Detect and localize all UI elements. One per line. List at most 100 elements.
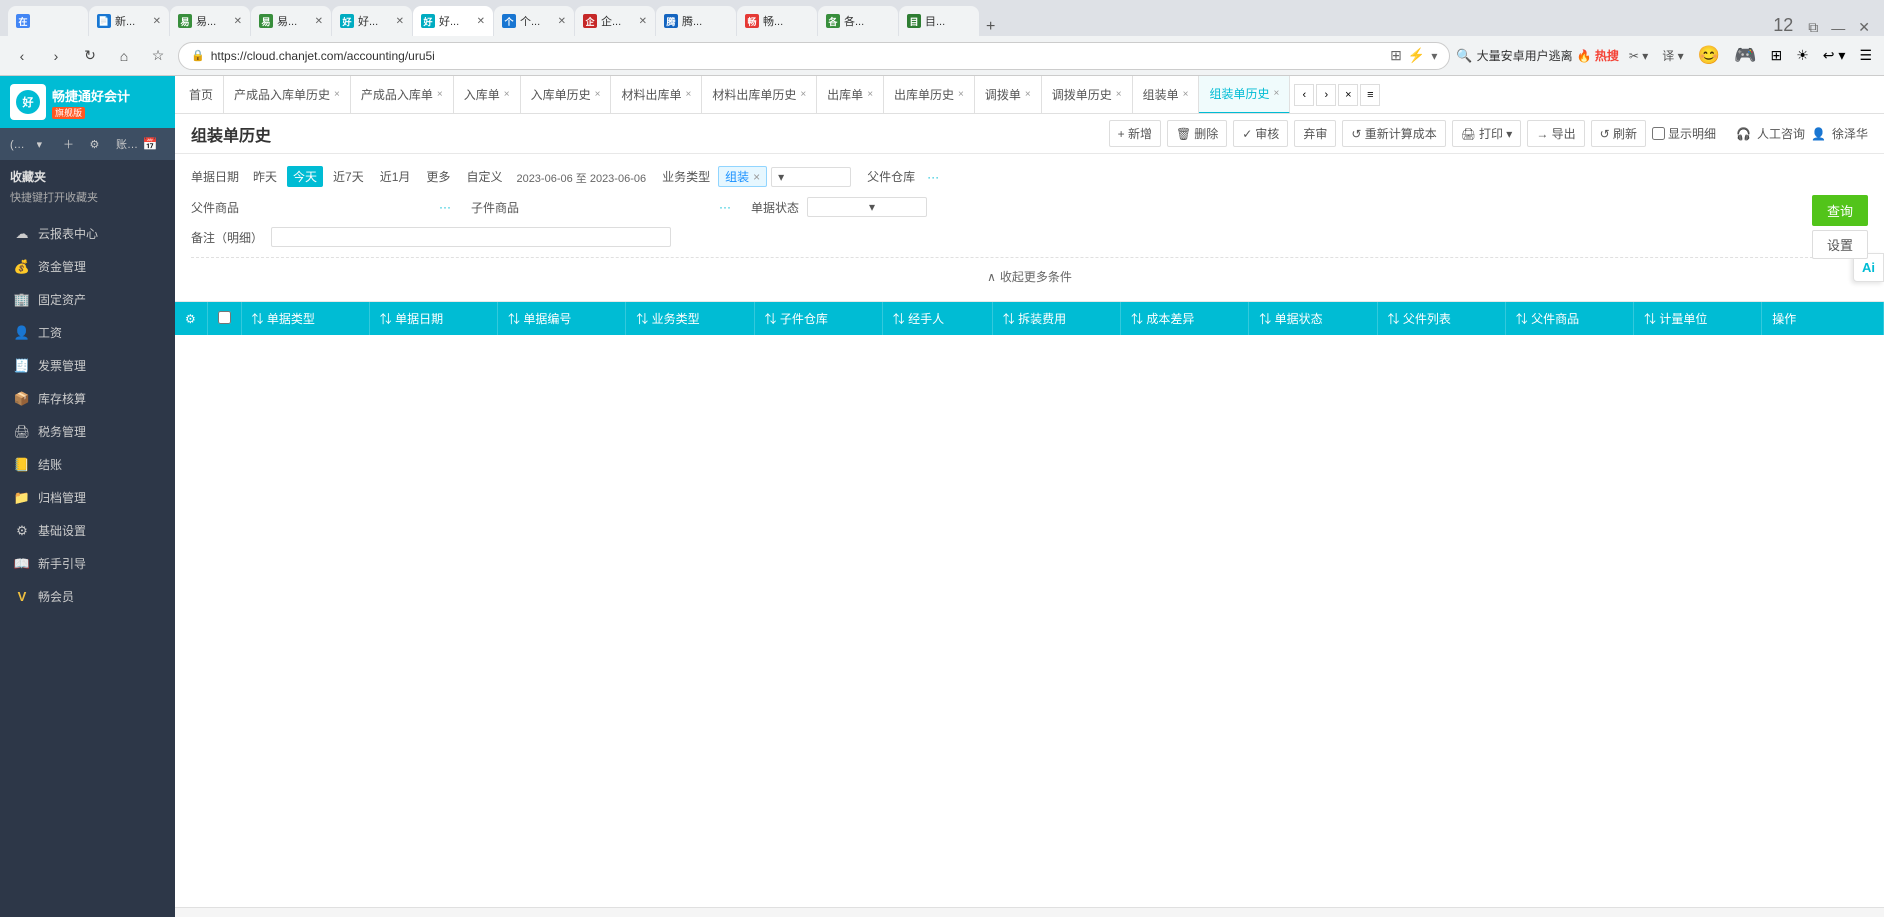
tab-close-2[interactable]: ✕ <box>234 16 242 27</box>
tab-close-transfer[interactable]: × <box>1025 89 1031 100</box>
dropdown-arrow-icon[interactable]: ▾ <box>1431 49 1437 63</box>
grid-icon[interactable]: ⊞ <box>1390 47 1402 64</box>
th-unit[interactable]: ⇅ 计量单位 <box>1634 302 1762 335</box>
date-yesterday[interactable]: 昨天 <box>247 166 283 187</box>
menu-button[interactable]: ☰ <box>1855 47 1876 64</box>
horizontal-scrollbar[interactable] <box>175 907 1884 917</box>
th-parent-list[interactable]: ⇅ 父件列表 <box>1377 302 1505 335</box>
settings-icon-small[interactable]: ⚙ <box>90 138 113 151</box>
home-button[interactable]: ⌂ <box>110 42 138 70</box>
tab-close-outbound-history[interactable]: × <box>958 89 964 100</box>
tab-close-material-outbound-history[interactable]: × <box>800 89 806 100</box>
theme-button[interactable]: ☀ <box>1792 47 1813 64</box>
business-type-select[interactable]: ▾ <box>771 167 851 187</box>
tab-close-5[interactable]: ✕ <box>558 16 566 27</box>
forward-button[interactable]: › <box>42 42 70 70</box>
tab-close-assembly[interactable]: × <box>1183 89 1189 100</box>
recalculate-button[interactable]: ↺ 重新计算成本 <box>1342 120 1445 147</box>
th-parent-goods[interactable]: ⇅ 父件商品 <box>1505 302 1633 335</box>
window-minimize-icon[interactable]: — <box>1825 20 1851 36</box>
window-restore-icon[interactable]: ⧉ <box>1802 19 1824 36</box>
tab-close-3[interactable]: ✕ <box>315 16 323 27</box>
sidebar-item-tax[interactable]: 🖨 税务管理 <box>0 415 175 448</box>
tab-outbound-history[interactable]: 出库单历史 × <box>884 76 975 114</box>
settings-button[interactable]: 设置 <box>1812 230 1868 259</box>
sidebar-item-guide[interactable]: 📖 新手引导 <box>0 547 175 580</box>
parent-warehouse-more[interactable]: ··· <box>923 170 943 184</box>
reload-button[interactable]: ↻ <box>76 42 104 70</box>
tab-inbound[interactable]: 入库单 × <box>454 76 521 114</box>
remark-input[interactable] <box>271 227 671 247</box>
child-goods-more[interactable]: ··· <box>715 200 735 214</box>
tab-count-badge[interactable]: 12 <box>1765 15 1801 36</box>
date-today[interactable]: 今天 <box>287 166 323 187</box>
add-button[interactable]: + 新增 <box>1109 120 1161 147</box>
grid-apps-button[interactable]: ⊞ <box>1766 47 1786 64</box>
date-1month[interactable]: 近1月 <box>374 166 417 187</box>
tab-production-inbound-history[interactable]: 产成品入库单历史 × <box>224 76 351 114</box>
tab-close-7[interactable]: ✕ <box>477 16 485 27</box>
date-7days[interactable]: 近7天 <box>327 166 370 187</box>
tab-transfer[interactable]: 调拨单 × <box>975 76 1042 114</box>
export-button[interactable]: → 导出 <box>1527 120 1584 147</box>
calendar-icon[interactable]: 📅 <box>143 137 166 151</box>
translate-button[interactable]: 译 ▾ <box>1658 47 1687 64</box>
sidebar-item-fixed-assets[interactable]: 🏢 固定资产 <box>0 283 175 316</box>
th-checkbox[interactable] <box>207 302 241 335</box>
lightning-icon[interactable]: ⚡ <box>1408 47 1425 64</box>
tab-close-production-inbound-history[interactable]: × <box>334 89 340 100</box>
sidebar-item-payroll[interactable]: 👤 工资 <box>0 316 175 349</box>
tab-close-inbound-history[interactable]: × <box>595 89 601 100</box>
browser-tab-2[interactable]: 易 易... ✕ <box>170 6 250 36</box>
tab-close-transfer-history[interactable]: × <box>1116 89 1122 100</box>
browser-tab-3[interactable]: 易 易... ✕ <box>251 6 331 36</box>
date-more[interactable]: 更多 <box>420 166 456 187</box>
tab-close-outbound[interactable]: × <box>867 89 873 100</box>
company-selector[interactable]: (勿删勿禁用) 江西服宝测试专用 ▾ ＋ ⚙ 账期 2021-10 📅 <box>0 128 175 160</box>
tab-material-outbound-history[interactable]: 材料出库单历史 × <box>702 76 817 114</box>
sidebar-item-archive[interactable]: 📁 归档管理 <box>0 481 175 514</box>
th-doc-number[interactable]: ⇅ 单据编号 <box>498 302 626 335</box>
tab-close-assembly-history[interactable]: × <box>1273 88 1279 99</box>
tab-material-outbound[interactable]: 材料出库单 × <box>611 76 702 114</box>
sidebar-item-member[interactable]: V 畅会员 <box>0 580 175 613</box>
tab-close-4[interactable]: ✕ <box>396 16 404 27</box>
tab-production-inbound[interactable]: 产成品入库单 × <box>351 76 454 114</box>
window-close-icon[interactable]: ✕ <box>1852 19 1876 36</box>
back-button[interactable]: ‹ <box>8 42 36 70</box>
cut-button[interactable]: ✂ ▾ <box>1625 49 1652 63</box>
undo-button[interactable]: ↩ ▾ <box>1819 47 1850 64</box>
print-button[interactable]: 🖨 打印 ▾ <box>1452 120 1522 147</box>
gamepad-button[interactable]: 🎮 <box>1730 45 1760 66</box>
unapprove-button[interactable]: 弃审 <box>1294 120 1336 147</box>
tabs-scroll-right[interactable]: › <box>1316 84 1336 106</box>
browser-tab-11[interactable]: 目 目... <box>899 6 979 36</box>
browser-tab-8[interactable]: 腾 腾... <box>656 6 736 36</box>
service-label[interactable]: 人工咨询 <box>1757 125 1805 142</box>
tabs-dropdown[interactable]: × <box>1338 84 1358 106</box>
th-doc-type[interactable]: ⇅ 单据类型 <box>241 302 369 335</box>
th-child-warehouse[interactable]: ⇅ 子件仓库 <box>754 302 882 335</box>
favorites-subtitle[interactable]: 快捷键打开收藏夹 <box>10 189 165 205</box>
tab-inbound-history[interactable]: 入库单历史 × <box>521 76 612 114</box>
th-business-type[interactable]: ⇅ 业务类型 <box>626 302 754 335</box>
sidebar-item-inventory[interactable]: 📦 库存核算 <box>0 382 175 415</box>
tab-close-material-outbound[interactable]: × <box>685 89 691 100</box>
address-bar[interactable]: 🔒 https://cloud.chanjet.com/accounting/u… <box>178 42 1450 70</box>
browser-tab-9[interactable]: 畅 畅... <box>737 6 817 36</box>
browser-tab-5[interactable]: 个 个... ✕ <box>494 6 574 36</box>
tab-outbound[interactable]: 出库单 × <box>817 76 884 114</box>
tab-close-6[interactable]: ✕ <box>639 16 647 27</box>
browser-tab-7[interactable]: 好 好... ✕ <box>413 6 493 36</box>
th-cost-diff[interactable]: ⇅ 成本差异 <box>1121 302 1249 335</box>
sidebar-item-invoice[interactable]: 🧾 发票管理 <box>0 349 175 382</box>
tab-close-inbound[interactable]: × <box>504 89 510 100</box>
refresh-button[interactable]: ↺ 刷新 <box>1591 120 1646 147</box>
browser-tab-0[interactable]: 在 <box>8 6 88 36</box>
th-assembly-cost[interactable]: ⇅ 拆装费用 <box>992 302 1120 335</box>
select-all-checkbox[interactable] <box>218 311 231 324</box>
browser-tab-4[interactable]: 好 好... ✕ <box>332 6 412 36</box>
show-detail-input[interactable] <box>1652 127 1665 140</box>
browser-tab-6[interactable]: 企 企... ✕ <box>575 6 655 36</box>
tabs-scroll-left[interactable]: ‹ <box>1294 84 1314 106</box>
